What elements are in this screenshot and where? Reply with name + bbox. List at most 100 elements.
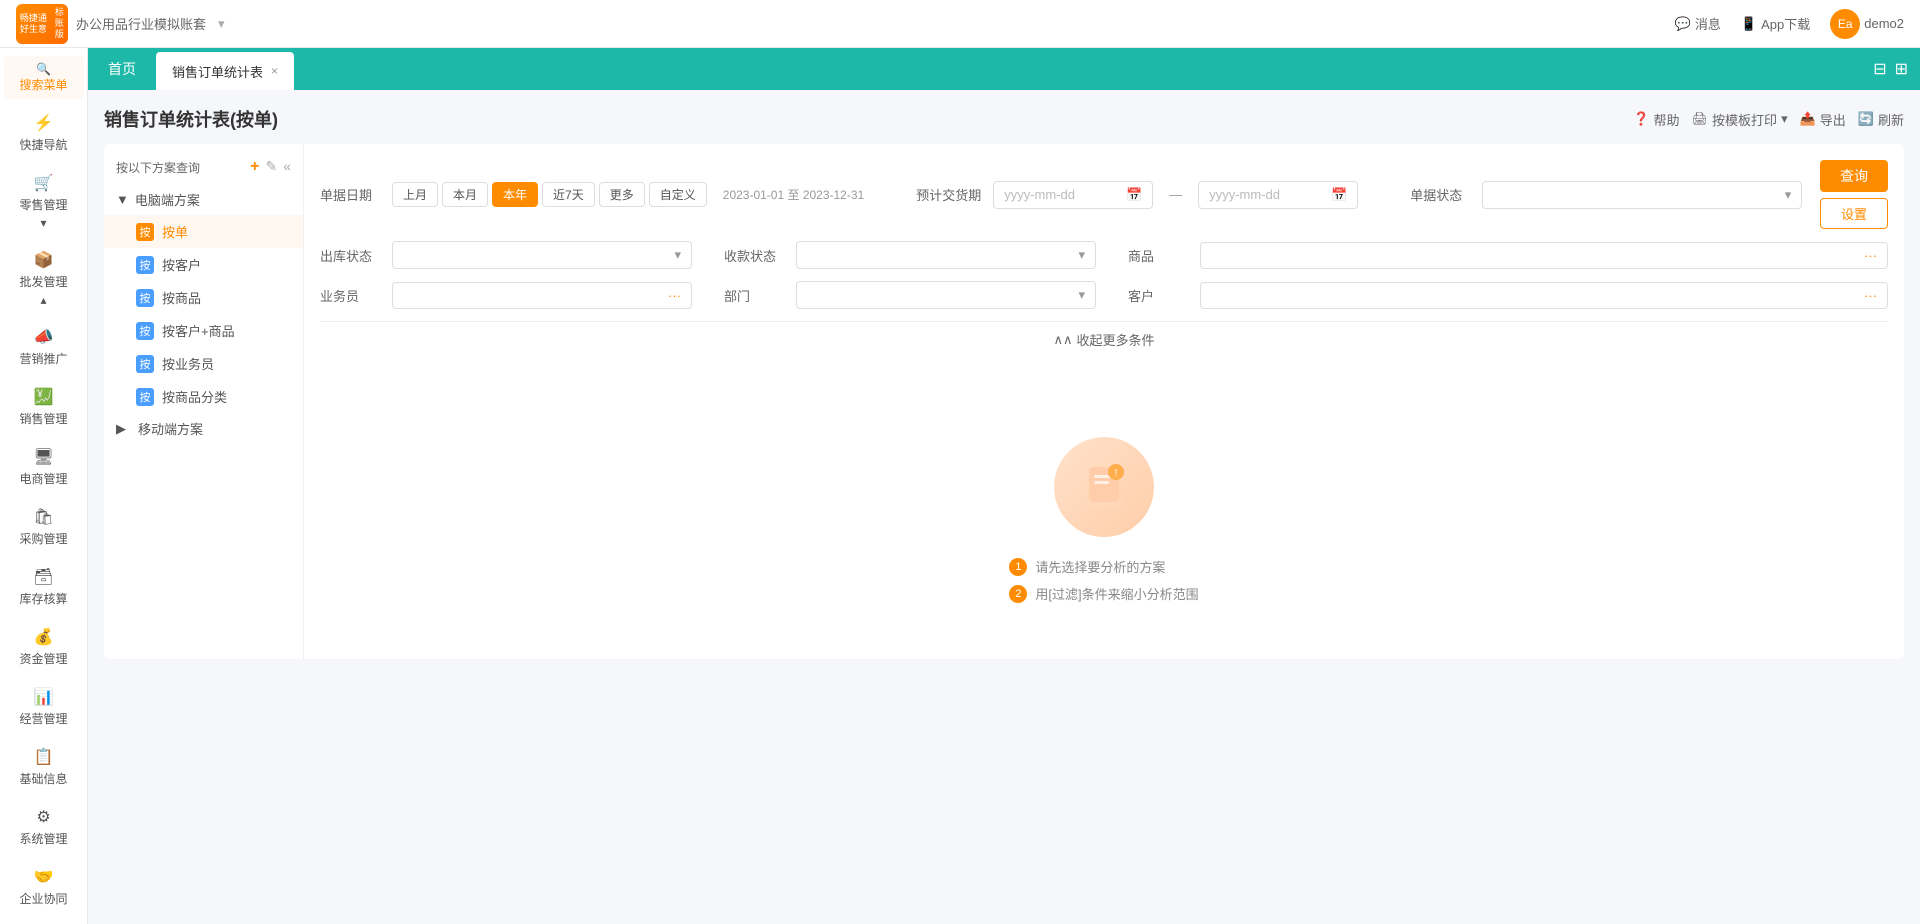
date-btn-thismonth[interactable]: 本月 [442,182,488,207]
print-button[interactable]: 🖨 按模板打印 ▾ [1692,110,1788,129]
tab-close-icon[interactable]: × [271,64,278,78]
scheme-item-1[interactable]: 按 按客户 [104,248,303,281]
date-range-text: 2023-01-01 至 2023-12-31 [723,186,864,203]
enterprise-icon: 🤝 [34,867,54,887]
filter-actions: 查询 设置 [1820,160,1888,229]
date-btn-thisyear[interactable]: 本年 [492,182,538,207]
sidebar-search[interactable]: 🔍 搜索菜单 [4,56,84,99]
logo[interactable]: 畅捷通好生意 标账版 [16,4,68,44]
payment-select[interactable]: ▾ [796,241,1096,269]
help-button[interactable]: ❓ 帮助 [1633,110,1679,129]
scheme-item-5[interactable]: 按 按商品分类 [104,380,303,413]
scheme-edit-icon[interactable]: ✎ [265,158,277,176]
scheme-item-0[interactable]: 按 按单 [104,215,303,248]
sidebar-item-inventory[interactable]: 🗃 库存核算 [0,557,87,617]
empty-state: ! 1 请先选择要分析的方案 2 用[过滤]条件来缩小分析范围 [320,357,1888,643]
page-content: 销售订单统计表(按单) ❓ 帮助 🖨 按模板打印 ▾ 📤 导出 [88,90,1920,924]
tab-minimize-button[interactable]: ⊟ [1873,59,1886,79]
status-select[interactable]: ▾ [1482,181,1802,209]
tab-home[interactable]: 首页 [88,48,156,90]
help-icon: ❓ [1633,111,1649,127]
sidebar-item-sales[interactable]: 💹 销售管理 [0,377,87,437]
tab-sales-stats[interactable]: 销售订单统计表 × [156,52,294,90]
sidebar-item-retail[interactable]: 🛒 零售管理 ▾ [0,163,87,240]
sidebar-item-finance[interactable]: 💰 资金管理 [0,617,87,677]
date-separator: — [1169,187,1182,202]
sidebar-item-enterprise[interactable]: 🤝 企业协同 [0,857,87,917]
customer-select[interactable]: ··· [1200,282,1888,309]
sales-icon: 💹 [34,387,54,407]
scheme-item-icon-0: 按 [136,223,154,241]
page-actions: ❓ 帮助 🖨 按模板打印 ▾ 📤 导出 🔄 刷新 [1633,110,1904,129]
expected-date-label: 预计交货期 [916,185,981,204]
shipment-select[interactable]: ▾ [392,241,692,269]
scheme-panel-title: 按以下方案查询 [116,159,200,176]
sidebar-item-ecommerce[interactable]: 🖥 电商管理 [0,437,87,497]
scheme-item-icon-2: 按 [136,289,154,307]
date-btn-7days[interactable]: 近7天 [542,182,595,207]
scheme-item-2[interactable]: 按 按商品 [104,281,303,314]
salesperson-more-icon[interactable]: ··· [668,288,681,303]
scheme-group-pc: ▼ 电脑端方案 按 按单 按 按客户 按 [104,184,303,413]
sidebar-item-system[interactable]: ⚙ 系统管理 [0,797,87,857]
goods-more-icon[interactable]: ··· [1864,248,1877,263]
sidebar-item-wholesale[interactable]: 📦 批发管理 ▴ [0,240,87,317]
expected-date-end[interactable]: yyyy-mm-dd 📅 [1198,181,1358,209]
export-icon: 📤 [1800,111,1816,127]
collapse-button[interactable]: ∧∧ 收起更多条件 [1053,330,1154,349]
date-btn-more[interactable]: 更多 [599,182,645,207]
sidebar-item-quicknav[interactable]: ⚡ 快捷导航 [0,103,87,163]
avatar: Ea [1830,9,1860,39]
refresh-button[interactable]: 🔄 刷新 [1858,110,1904,129]
date-btn-custom[interactable]: 自定义 [649,182,707,207]
content-area: 首页 销售订单统计表 × ⊟ ⊞ 销售订单统计表(按单) ❓ 帮助 [88,48,1920,924]
filter-row-date: 单据日期 上月 本月 本年 近7天 更多 自定义 2023-01-01 至 20… [320,160,1888,229]
sidebar-item-marketing[interactable]: 📣 营销推广 [0,317,87,377]
scheme-item-4[interactable]: 按 按业务员 [104,347,303,380]
breadcrumb[interactable]: 办公用品行业模拟账套 [76,14,206,33]
tab-maximize-button[interactable]: ⊞ [1895,59,1908,79]
salesperson-label: 业务员 [320,286,380,305]
dept-select[interactable]: ▾ [796,281,1096,309]
topbar: 畅捷通好生意 标账版 办公用品行业模拟账套 ▾ 💬 消息 📱 App下载 Ea … [0,0,1920,48]
sidebar-item-operations[interactable]: 📊 经营管理 [0,677,87,737]
export-button[interactable]: 📤 导出 [1800,110,1846,129]
scheme-item-3[interactable]: 按 按客户+商品 [104,314,303,347]
chevron-down-icon: ▾ [40,216,46,230]
dept-label: 部门 [724,286,784,305]
sidebar-item-purchase[interactable]: 🛍 采购管理 [0,497,87,557]
setting-button[interactable]: 设置 [1820,198,1888,229]
breadcrumb-arrow-icon: ▾ [218,16,225,32]
scheme-group-mobile-header[interactable]: ▶ 移动端方案 [104,413,303,444]
wholesale-icon: 📦 [34,250,54,270]
collapse-bar: ∧∧ 收起更多条件 [320,321,1888,357]
expected-date-start[interactable]: yyyy-mm-dd 📅 [993,181,1153,209]
quicknav-icon: ⚡ [34,113,54,133]
scheme-group-pc-header[interactable]: ▼ 电脑端方案 [104,184,303,215]
message-icon: 💬 [1675,16,1691,32]
filter-date-btns: 上月 本月 本年 近7天 更多 自定义 [392,182,707,207]
scheme-item-icon-3: 按 [136,322,154,340]
message-button[interactable]: 💬 消息 [1675,14,1721,33]
collapse-up-icon: ∧∧ [1053,332,1072,348]
sidebar-item-newbie[interactable]: 🌟 新手引导 [0,917,87,924]
scheme-item-icon-1: 按 [136,256,154,274]
retail-icon: 🛒 [34,173,54,193]
empty-tips: 1 请先选择要分析的方案 2 用[过滤]条件来缩小分析范围 [1009,557,1198,603]
scheme-panel-header: 按以下方案查询 + ✎ « [104,154,303,184]
search-button[interactable]: 查询 [1820,160,1888,192]
goods-select[interactable]: ··· [1200,242,1888,269]
sidebar-item-basic[interactable]: 📋 基础信息 [0,737,87,797]
user-menu[interactable]: Ea demo2 [1830,9,1904,39]
customer-more-icon[interactable]: ··· [1864,288,1877,303]
scheme-add-icon[interactable]: + [250,158,259,176]
date-btn-prevmonth[interactable]: 上月 [392,182,438,207]
scheme-collapse-icon[interactable]: « [283,158,291,176]
app-download-button[interactable]: 📱 App下载 [1741,14,1810,33]
scheme-item-icon-4: 按 [136,355,154,373]
empty-state-image: ! [1054,437,1154,537]
filter-row-salesperson: 业务员 ··· 部门 ▾ 客户 ··· [320,281,1888,309]
status-label: 单据状态 [1410,185,1470,204]
salesperson-select[interactable]: ··· [392,282,692,309]
dept-dropdown-icon: ▾ [1078,287,1085,303]
